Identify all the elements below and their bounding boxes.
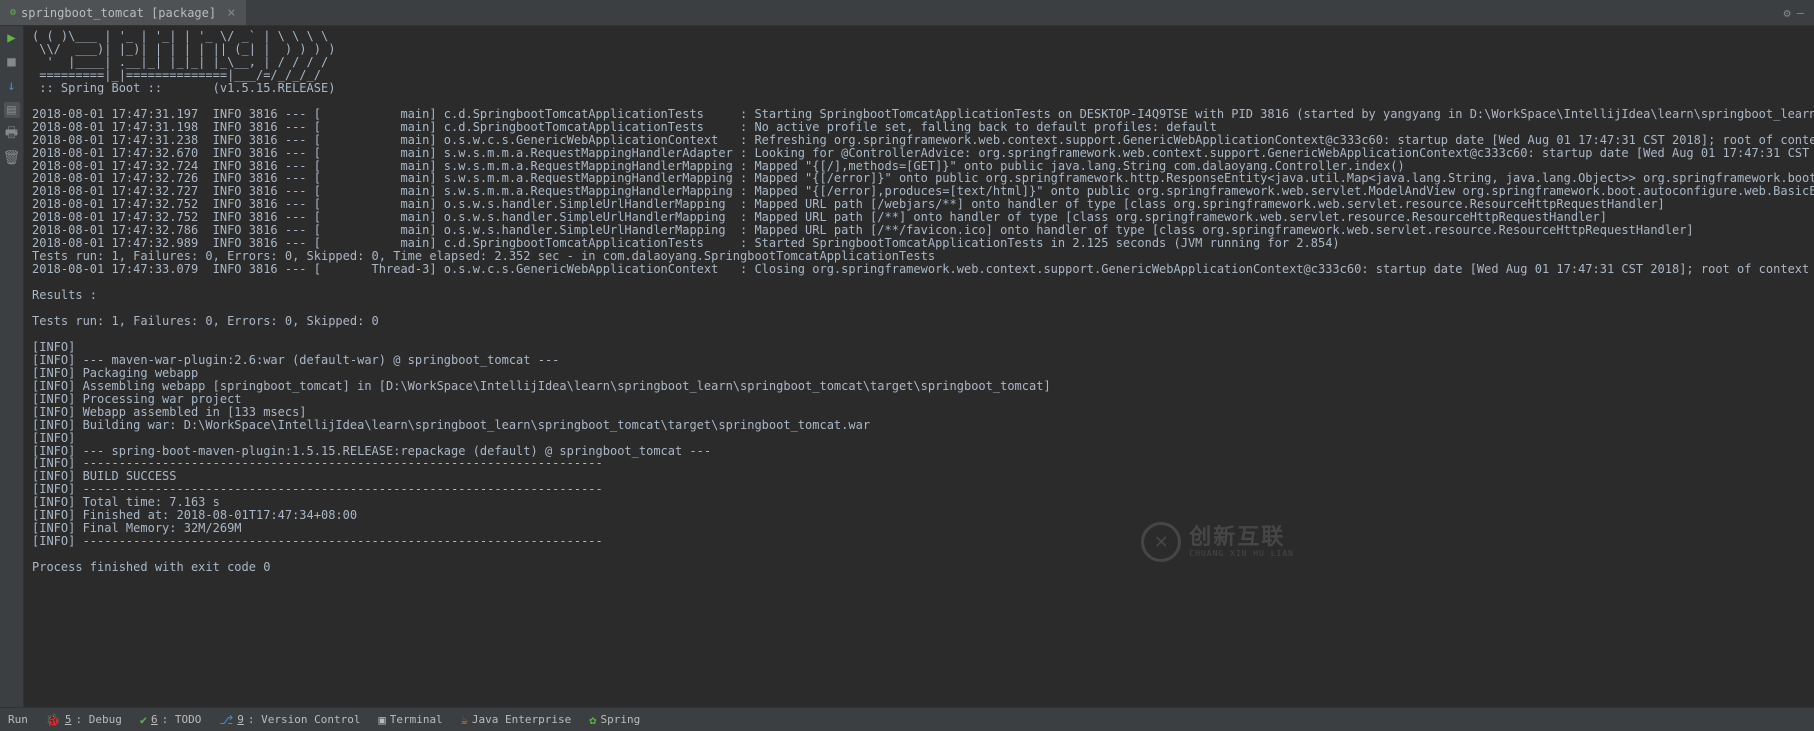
bottom-bar: Run 🐞 5 : Debug ✔ 6 : TODO ⎇ 9 : Version…	[0, 707, 1814, 731]
left-gutter: ▶ ■ ↓ ▤ 🖶 🗑	[0, 26, 24, 707]
delete-icon[interactable]: 🗑	[4, 150, 20, 166]
spring-icon: ✿	[589, 713, 596, 727]
watermark: ✕ 创新互联CHUANG XIN HU LIAN	[1141, 522, 1294, 562]
console-text: ( ( )\___ | '_ | '_| | '_ \/ _` | \ \ \ …	[32, 29, 1814, 574]
down-icon[interactable]: ↓	[4, 78, 20, 94]
tab-bar: ⚙ springboot_tomcat [package] × ⚙ —	[0, 0, 1814, 26]
java-icon: ☕	[461, 713, 468, 727]
bottom-run-label: Run	[8, 713, 28, 726]
stop-icon[interactable]: ■	[4, 54, 20, 70]
bottom-java-enterprise[interactable]: ☕ Java Enterprise	[461, 713, 572, 727]
tab-label: springboot_tomcat [package]	[21, 6, 216, 20]
gear-icon[interactable]: ⚙	[1784, 6, 1791, 20]
check-icon: ✔	[140, 713, 147, 727]
rerun-icon[interactable]: ▶	[4, 30, 20, 46]
bottom-version-control[interactable]: ⎇ 9 : Version Control	[219, 713, 360, 727]
spring-label: Spring	[601, 713, 641, 726]
print-icon[interactable]: 🖶	[4, 126, 20, 142]
tab-bar-actions: ⚙ —	[1784, 6, 1814, 20]
watermark-text: 创新互联	[1189, 525, 1285, 550]
branch-icon: ⎇	[219, 713, 233, 727]
close-icon[interactable]: ×	[227, 5, 235, 21]
debug-label: : Debug	[75, 713, 121, 726]
watermark-sub: CHUANG XIN HU LIAN	[1189, 550, 1294, 559]
javaee-label: Java Enterprise	[472, 713, 571, 726]
bottom-terminal[interactable]: ▣ Terminal	[378, 713, 442, 727]
todo-num: 6	[151, 713, 158, 726]
bottom-todo[interactable]: ✔ 6 : TODO	[140, 713, 202, 727]
bottom-debug[interactable]: 🐞 5 : Debug	[46, 713, 122, 727]
run-icon: ⚙	[10, 7, 16, 18]
main-area: ▶ ■ ↓ ▤ 🖶 🗑 ( ( )\___ | '_ | '_| | '_ \/…	[0, 26, 1814, 707]
bottom-spring[interactable]: ✿ Spring	[589, 713, 640, 727]
terminal-label: Terminal	[390, 713, 443, 726]
terminal-icon: ▣	[378, 713, 385, 727]
minimize-icon[interactable]: —	[1797, 6, 1804, 20]
run-tab[interactable]: ⚙ springboot_tomcat [package] ×	[0, 0, 246, 25]
debug-num: 5	[65, 713, 72, 726]
watermark-logo: ✕	[1141, 522, 1181, 562]
console-output[interactable]: ( ( )\___ | '_ | '_| | '_ \/ _` | \ \ \ …	[24, 26, 1814, 707]
toggle-output-icon[interactable]: ▤	[4, 102, 20, 118]
vc-num: 9	[237, 713, 244, 726]
todo-label: : TODO	[162, 713, 202, 726]
bug-icon: 🐞	[46, 713, 61, 727]
bottom-run[interactable]: Run	[8, 713, 28, 726]
vc-label: : Version Control	[248, 713, 361, 726]
